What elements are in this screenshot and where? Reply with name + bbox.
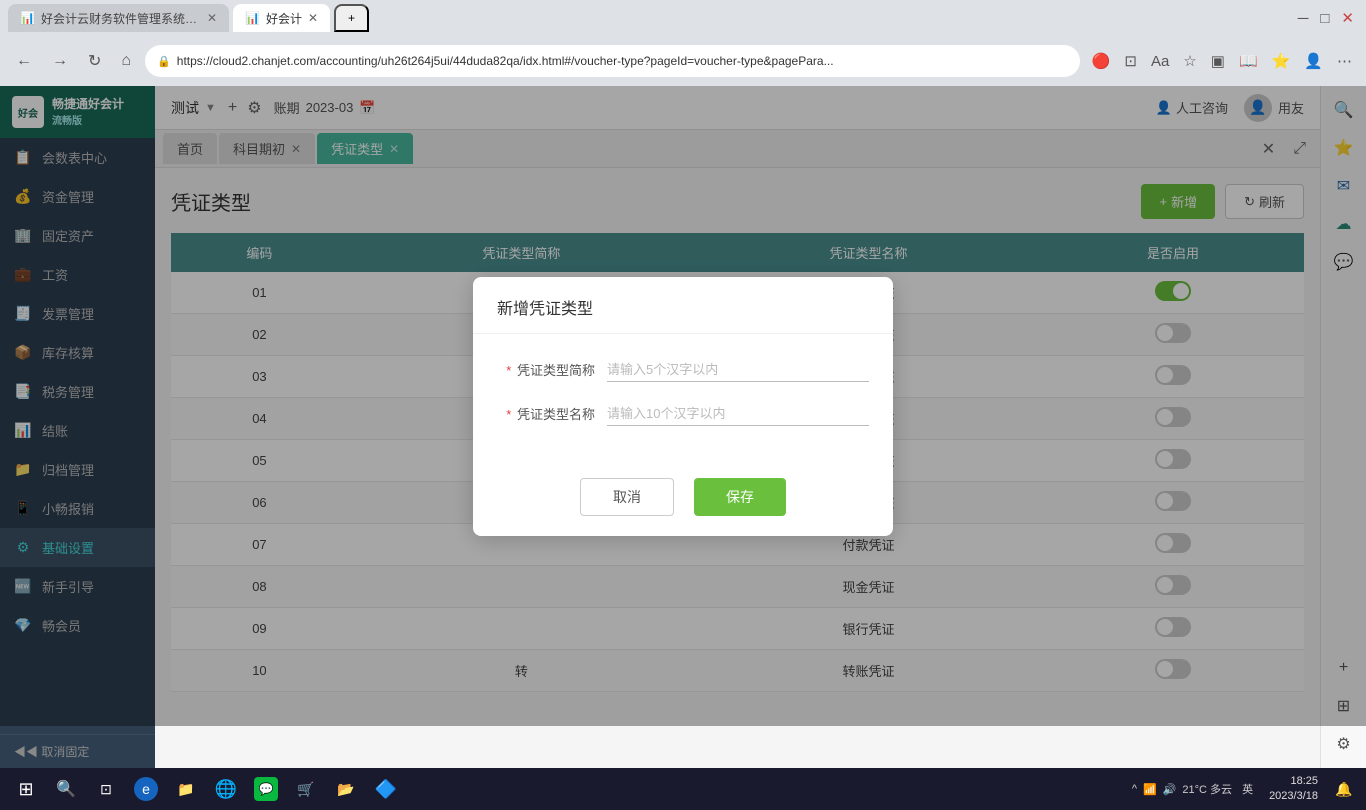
address-bar[interactable]: 🔒 https://cloud2.chanjet.com/accounting/…	[145, 45, 1080, 77]
explorer-btn[interactable]: 📁	[168, 771, 204, 807]
split-btn[interactable]: ▣	[1207, 48, 1229, 74]
close-tab-2[interactable]: ✕	[308, 11, 318, 25]
full-name-row: * 凭证类型名称	[497, 402, 869, 426]
back-button[interactable]: ←	[10, 48, 38, 74]
browser-addressbar: ← → ↻ ⌂ 🔒 https://cloud2.chanjet.com/acc…	[0, 36, 1366, 86]
required-star-1: *	[506, 363, 511, 378]
browser-chrome: 📊 好会计云财务软件管理系统_会计 ✕ 📊 好会计 ✕ + ─ □ ✕ ← → …	[0, 0, 1366, 86]
modal-header: 新增凭证类型	[473, 277, 893, 334]
modal-overlay: 新增凭证类型 * 凭证类型简称 * 凭证类型名称 取消 保存	[0, 86, 1366, 726]
more-btn[interactable]: ⋯	[1333, 48, 1356, 74]
folder-icon: 📂	[334, 777, 358, 801]
tab-label-2: 好会计	[266, 10, 302, 27]
rs-gear-btn[interactable]: ⚙	[1328, 728, 1360, 760]
screen-btn[interactable]: ⊡	[1120, 48, 1141, 74]
expand-tray[interactable]: ^	[1132, 783, 1137, 795]
full-name-input[interactable]	[607, 402, 869, 426]
required-star-2: *	[506, 407, 511, 422]
start-button[interactable]: ⊞	[8, 771, 44, 807]
weather-text: 21°C 多云	[1182, 784, 1232, 796]
modal-footer: 取消 保存	[473, 462, 893, 536]
taskview-icon: ⊡	[94, 777, 118, 801]
favorites-btn[interactable]: ⭐	[1268, 48, 1295, 74]
lang-display: 英	[1238, 781, 1257, 797]
edge-icon: e	[134, 777, 158, 801]
lock-icon: 🔒	[157, 55, 171, 68]
extensions-button[interactable]: 🔴	[1088, 48, 1115, 74]
new-tab-button[interactable]: +	[334, 4, 369, 32]
network-icon: 📶	[1143, 783, 1157, 796]
chrome-icon: 🌐	[214, 777, 238, 801]
short-name-row: * 凭证类型简称	[497, 358, 869, 382]
tab-label-1: 好会计云财务软件管理系统_会计	[41, 10, 201, 27]
browser-tab-2[interactable]: 📊 好会计 ✕	[233, 4, 330, 32]
cancel-button[interactable]: 取消	[580, 478, 674, 516]
minimize-button[interactable]: ─	[1294, 6, 1313, 31]
font-btn[interactable]: Aa	[1147, 49, 1173, 74]
save-button[interactable]: 保存	[694, 478, 786, 516]
taskbar: ⊞ 🔍 ⊡ e 📁 🌐 💬 🛒 📂 🔷 ^ 📶 🔊 21°C 多云 英 18:2…	[0, 768, 1366, 810]
bookmark-btn[interactable]: ☆	[1179, 48, 1200, 74]
folder-btn[interactable]: 📂	[328, 771, 364, 807]
new-voucher-modal: 新增凭证类型 * 凭证类型简称 * 凭证类型名称 取消 保存	[473, 277, 893, 536]
maximize-button[interactable]: □	[1316, 6, 1333, 31]
sidebar-unpin[interactable]: ◀◀ 取消固定	[0, 734, 155, 768]
notification-btn[interactable]: 🔔	[1330, 775, 1358, 803]
windows-icon: ⊞	[14, 777, 38, 801]
search-icon: 🔍	[54, 777, 78, 801]
modal-body: * 凭证类型简称 * 凭证类型名称	[473, 334, 893, 462]
url-text: https://cloud2.chanjet.com/accounting/uh…	[177, 54, 834, 68]
ms-edge-icon: 🔷	[374, 777, 398, 801]
browser-titlebar: 📊 好会计云财务软件管理系统_会计 ✕ 📊 好会计 ✕ + ─ □ ✕	[0, 0, 1366, 36]
wechat-icon: 💬	[254, 777, 278, 801]
edge-btn[interactable]: e	[128, 771, 164, 807]
taskbar-sys: ^ 📶 🔊 21°C 多云 英	[1132, 781, 1257, 797]
chrome-btn[interactable]: 🌐	[208, 771, 244, 807]
unpin-label: ◀◀ 取消固定	[14, 743, 89, 760]
close-window-button[interactable]: ✕	[1337, 5, 1358, 31]
weather-display: 21°C 多云	[1182, 781, 1232, 797]
home-button[interactable]: ⌂	[115, 48, 137, 74]
refresh-button[interactable]: ↻	[82, 47, 107, 75]
browser-action-buttons: 🔴 ⊡ Aa ☆ ▣ 📖 ⭐ 👤 ⋯	[1088, 48, 1356, 74]
short-name-label: * 凭证类型简称	[497, 360, 607, 379]
sound-icon: 🔊	[1163, 783, 1177, 796]
search-taskbar[interactable]: 🔍	[48, 771, 84, 807]
close-tab-1[interactable]: ✕	[207, 11, 217, 25]
clock-date: 2023/3/18	[1269, 789, 1318, 804]
profile-btn[interactable]: 👤	[1300, 48, 1327, 74]
taskbar-clock[interactable]: 18:25 2023/3/18	[1261, 774, 1326, 805]
explorer-icon: 📁	[174, 777, 198, 801]
short-name-label-text: 凭证类型简称	[517, 363, 595, 378]
full-name-label-text: 凭证类型名称	[517, 407, 595, 422]
modal-title: 新增凭证类型	[497, 301, 593, 318]
store-btn[interactable]: 🛒	[288, 771, 324, 807]
short-name-input[interactable]	[607, 358, 869, 382]
taskview-btn[interactable]: ⊡	[88, 771, 124, 807]
browser-tab-1[interactable]: 📊 好会计云财务软件管理系统_会计 ✕	[8, 4, 229, 32]
clock-time: 18:25	[1269, 774, 1318, 789]
full-name-label: * 凭证类型名称	[497, 404, 607, 423]
wechat-btn[interactable]: 💬	[248, 771, 284, 807]
reading-btn[interactable]: 📖	[1235, 48, 1262, 74]
store-icon: 🛒	[294, 777, 318, 801]
ms-edge-btn[interactable]: 🔷	[368, 771, 404, 807]
forward-button[interactable]: →	[46, 48, 74, 74]
